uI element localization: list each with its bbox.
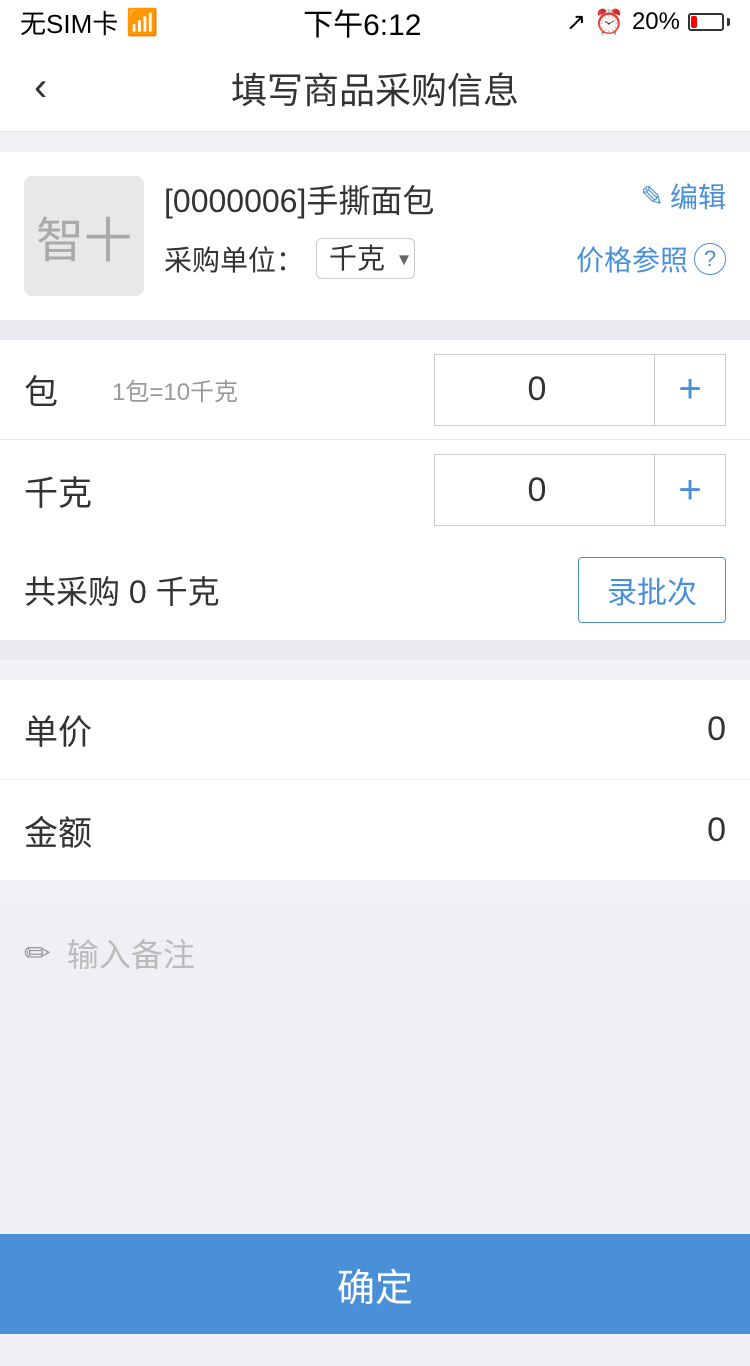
summary-row: 共采购 0 千克 录批次	[0, 540, 750, 640]
unit-select-wrap[interactable]: 千克	[316, 238, 415, 279]
kg-input-wrap: +	[434, 454, 726, 526]
product-image: 智十	[24, 176, 144, 296]
divider-2	[0, 640, 750, 660]
summary-label: 共采购	[24, 574, 120, 610]
unit-price-row: 单价 0	[0, 680, 750, 780]
edit-button[interactable]: ✎ 编辑	[641, 176, 726, 216]
bag-plus-button[interactable]: +	[654, 354, 726, 426]
status-time: 下午6:12	[303, 0, 421, 44]
product-image-placeholder: 智十	[36, 201, 132, 271]
nav-bar: ‹ 填写商品采购信息	[0, 44, 750, 132]
bag-label: 包	[24, 365, 104, 414]
product-card: 智十 [0000006]手撕面包 采购单位： 千克 价格参照 ? ✎ 编辑	[0, 152, 750, 320]
status-right: ↗ ⏰ 20%	[566, 8, 730, 37]
price-ref-label: 价格参照	[576, 239, 688, 279]
location-icon: ↗	[566, 8, 586, 37]
confirm-button[interactable]: 确定	[0, 1234, 750, 1334]
kg-input-row: 千克 +	[0, 440, 750, 540]
bag-input[interactable]	[434, 354, 654, 426]
product-unit-row: 采购单位： 千克 价格参照 ?	[164, 238, 726, 279]
summary-unit: 千克	[156, 574, 220, 610]
input-section: 包 1包=10千克 + 千克 +	[0, 340, 750, 540]
edit-icon: ✎	[641, 180, 664, 213]
bag-input-row: 包 1包=10千克 +	[0, 340, 750, 440]
unit-price-value: 0	[707, 710, 726, 749]
bag-input-wrap: +	[434, 354, 726, 426]
amount-value: 0	[707, 811, 726, 850]
pencil-icon: ✏	[24, 934, 51, 972]
summary-section: 共采购 0 千克 录批次	[0, 540, 750, 640]
amount-label: 金额	[24, 806, 707, 855]
summary-text: 共采购 0 千克	[24, 567, 578, 613]
battery-icon	[688, 13, 730, 31]
amount-row: 金额 0	[0, 780, 750, 880]
unit-price-label: 单价	[24, 705, 707, 754]
back-button[interactable]: ‹	[24, 55, 57, 120]
bag-sublabel: 1包=10千克	[112, 372, 434, 407]
kg-plus-button[interactable]: +	[654, 454, 726, 526]
remark-section[interactable]: ✏ 输入备注	[0, 900, 750, 1006]
kg-label: 千克	[24, 466, 104, 515]
status-left: 无SIM卡 📶	[20, 4, 159, 41]
page-title: 填写商品采购信息	[231, 62, 519, 114]
price-section: 单价 0 金额 0	[0, 680, 750, 880]
kg-input[interactable]	[434, 454, 654, 526]
status-bar: 无SIM卡 📶 下午6:12 ↗ ⏰ 20%	[0, 0, 750, 44]
summary-quantity: 0	[129, 574, 147, 610]
alarm-icon: ⏰	[594, 8, 624, 37]
edit-label: 编辑	[670, 176, 726, 216]
unit-select[interactable]: 千克	[316, 238, 415, 279]
price-ref-button[interactable]: 价格参照 ?	[576, 239, 726, 279]
record-batch-button[interactable]: 录批次	[578, 557, 726, 623]
carrier-label: 无SIM卡	[20, 4, 118, 41]
wifi-icon: 📶	[126, 7, 158, 38]
remark-placeholder: 输入备注	[67, 930, 195, 976]
battery-percentage: 20%	[632, 8, 680, 36]
divider-1	[0, 320, 750, 340]
help-icon: ?	[694, 243, 726, 275]
unit-label: 采购单位：	[164, 239, 304, 279]
